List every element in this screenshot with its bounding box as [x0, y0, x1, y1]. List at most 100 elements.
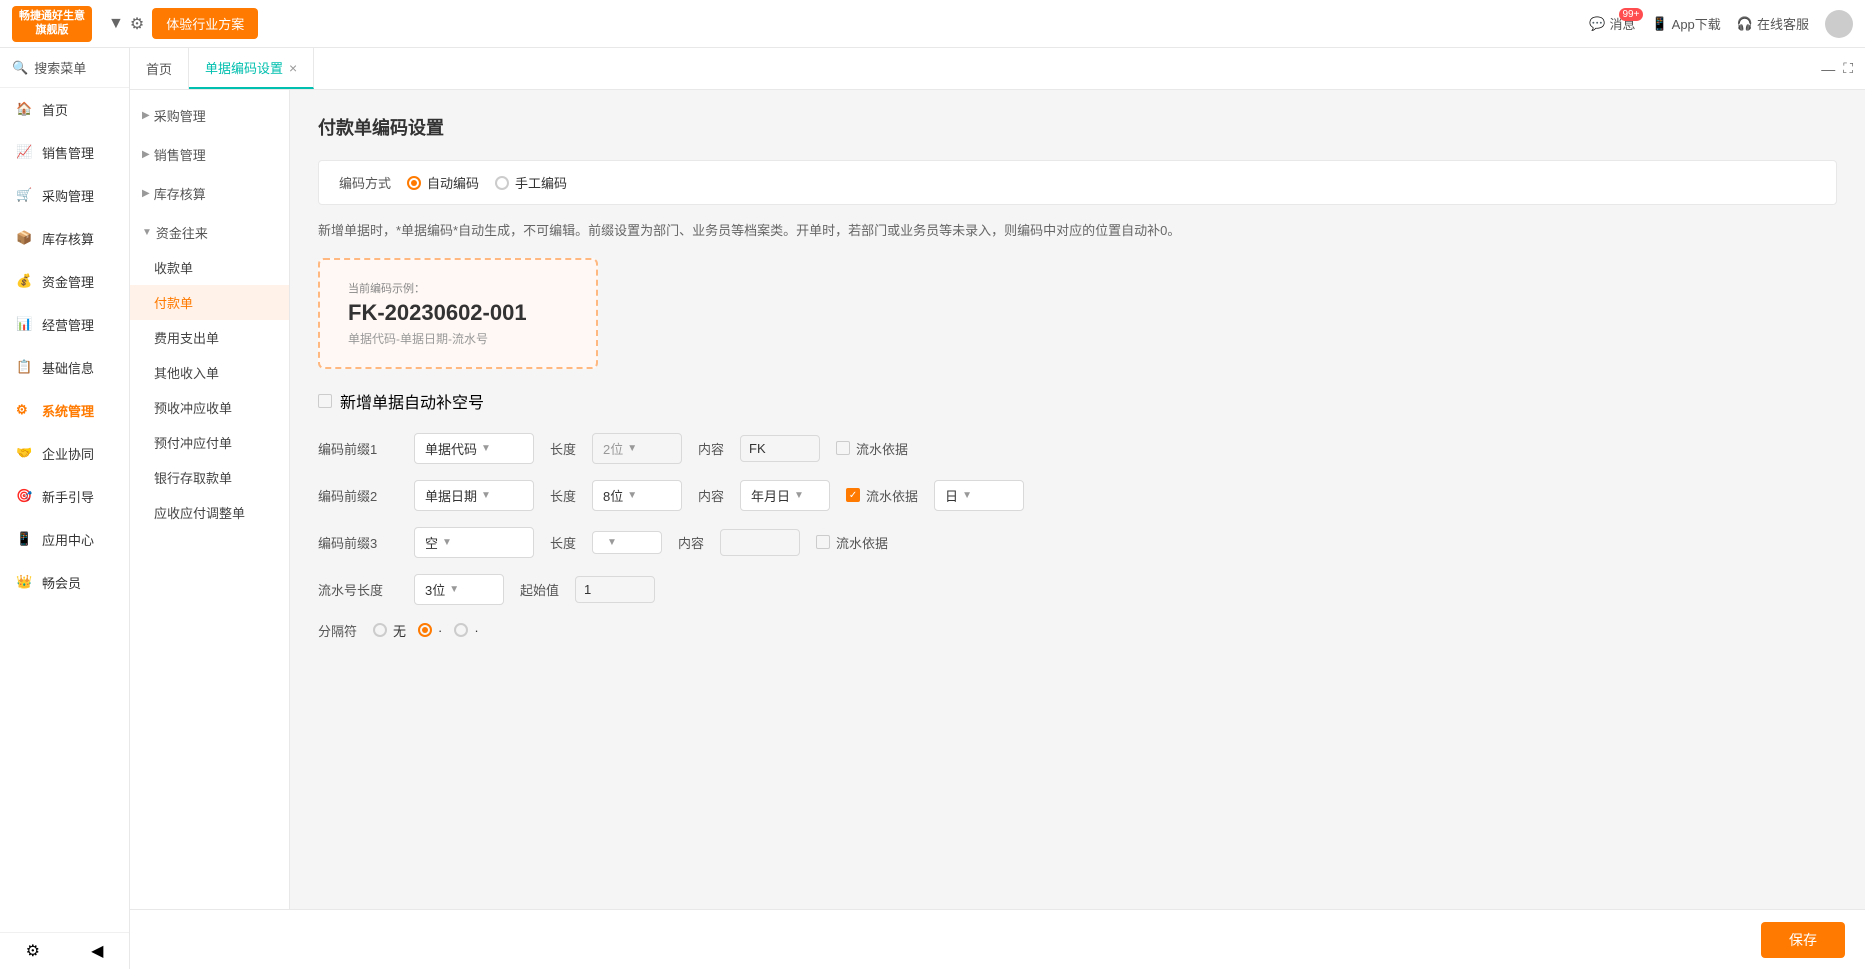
prefix2-select[interactable]: 单据日期 ▼	[414, 480, 534, 511]
sidebar-item-operation[interactable]: 📊 经营管理	[0, 303, 129, 346]
length1-label: 长度	[550, 439, 576, 458]
topbar-left: 畅捷通好生意 旗舰版 ▼ ⚙ 体验行业方案	[12, 6, 1589, 42]
serial-start-input[interactable]	[575, 576, 655, 603]
tab-maximize-icon[interactable]: ⛶	[1843, 60, 1853, 77]
prefix1-select[interactable]: 单据代码 ▼	[414, 433, 534, 464]
sidebar: 🔍 搜索菜单 🏠 首页 📈 销售管理 🛒 采购管理 📦 库存核算 💰 资金管理 …	[0, 48, 130, 969]
flow2-period-chevron: ▼	[962, 490, 972, 501]
save-button[interactable]: 保存	[1761, 922, 1845, 958]
content2-select[interactable]: 年月日 ▼	[740, 480, 830, 511]
submenu-item-receipt[interactable]: 收款单	[130, 250, 289, 285]
flow2-checkbox[interactable]: 流水依据	[846, 486, 918, 505]
expand-icon[interactable]: ▼	[108, 15, 124, 33]
topbar-gear-icon[interactable]: ⚙	[130, 14, 144, 34]
avatar[interactable]	[1825, 10, 1853, 38]
serial-start-label: 起始值	[520, 580, 559, 599]
submenu-item-expense[interactable]: 费用支出单	[130, 320, 289, 355]
submenu-group-finance: ▼ 资金往来 收款单 付款单 费用支出单 其他收入单 预收冲应收单 预付冲应付单…	[130, 215, 289, 530]
length1-select: 2位 ▼	[592, 433, 682, 464]
flow3-box	[816, 535, 830, 549]
auto-encoding-radio[interactable]: 自动编码	[407, 173, 479, 192]
length3-label: 长度	[550, 533, 576, 552]
sidebar-collapse-icon[interactable]: ◀	[91, 941, 103, 961]
tab-close-icon[interactable]: ×	[289, 60, 297, 76]
inner-layout: ▶ 采购管理 ▶ 销售管理 ▶ 库存核算	[130, 90, 1865, 909]
finance-icon: 💰	[16, 273, 34, 291]
length2-select[interactable]: 8位 ▼	[592, 480, 682, 511]
online-service-button[interactable]: 🎧 在线客服	[1737, 14, 1809, 33]
length3-select[interactable]: ▼	[592, 531, 662, 554]
submenu-item-prepay-ar[interactable]: 预收冲应收单	[130, 390, 289, 425]
page-title: 付款单编码设置	[318, 114, 1837, 140]
app-center-icon: 📱	[16, 531, 34, 549]
submenu-group-sales-title[interactable]: ▶ 销售管理	[130, 137, 289, 172]
submenu-group-purchase-title[interactable]: ▶ 采购管理	[130, 98, 289, 133]
prefix2-chevron: ▼	[481, 490, 491, 501]
sidebar-item-home[interactable]: 🏠 首页	[0, 88, 129, 131]
sidebar-item-system[interactable]: ⚙ 系统管理	[0, 389, 129, 432]
sep-dot2-dot	[454, 623, 468, 637]
sidebar-item-guide[interactable]: 🎯 新手引导	[0, 475, 129, 518]
topbar-search-area: ▼ ⚙	[108, 14, 144, 34]
manual-encoding-radio[interactable]: 手工编码	[495, 173, 567, 192]
submenu-item-payment[interactable]: 付款单	[130, 285, 289, 320]
tab-encoding-settings[interactable]: 单据编码设置 ×	[189, 48, 314, 89]
submenu-item-prepay-ap[interactable]: 预付冲应付单	[130, 425, 289, 460]
autofill-row: 新增单据自动补空号	[318, 389, 1837, 413]
submenu-item-other-income[interactable]: 其他收入单	[130, 355, 289, 390]
tab-home[interactable]: 首页	[130, 48, 189, 89]
sep-none-dot	[373, 623, 387, 637]
sidebar-item-app[interactable]: 📱 应用中心	[0, 518, 129, 561]
sidebar-item-purchase[interactable]: 🛒 采购管理	[0, 174, 129, 217]
sep-none-radio[interactable]: 无	[373, 621, 406, 640]
sidebar-item-member[interactable]: 👑 畅会员	[0, 561, 129, 604]
flow2-box	[846, 488, 860, 502]
content3-input[interactable]	[720, 529, 800, 556]
sidebar-item-sales[interactable]: 📈 销售管理	[0, 131, 129, 174]
sidebar-search[interactable]: 🔍 搜索菜单	[0, 48, 129, 88]
submenu-item-bank[interactable]: 银行存取款单	[130, 460, 289, 495]
sidebar-item-partner[interactable]: 🤝 企业协同	[0, 432, 129, 475]
submenu-item-ar-ap-adj[interactable]: 应收应付调整单	[130, 495, 289, 530]
serial-length-select[interactable]: 3位 ▼	[414, 574, 504, 605]
length2-chevron: ▼	[627, 490, 637, 501]
app-download-button[interactable]: 📱 App下载	[1651, 14, 1720, 33]
serial-length-label: 流水号长度	[318, 580, 398, 599]
main-layout: 🔍 搜索菜单 🏠 首页 📈 销售管理 🛒 采购管理 📦 库存核算 💰 资金管理 …	[0, 48, 1865, 969]
content1-input[interactable]	[740, 435, 820, 462]
sep-dot1-radio[interactable]: ·	[418, 623, 442, 638]
sidebar-item-inventory[interactable]: 📦 库存核算	[0, 217, 129, 260]
sidebar-item-finance[interactable]: 💰 资金管理	[0, 260, 129, 303]
submenu-group-inventory-title[interactable]: ▶ 库存核算	[130, 176, 289, 211]
basic-icon: 📋	[16, 359, 34, 377]
flow3-checkbox[interactable]: 流水依据	[816, 533, 888, 552]
submenu-group-finance-title[interactable]: ▼ 资金往来	[130, 215, 289, 250]
separator-options: 无 · ·	[373, 621, 479, 640]
serial-row: 流水号长度 3位 ▼ 起始值	[318, 574, 1837, 605]
sidebar-item-basic[interactable]: 📋 基础信息	[0, 346, 129, 389]
separator-label: 分隔符	[318, 621, 357, 640]
flow1-checkbox[interactable]: 流水依据	[836, 439, 908, 458]
length2-label: 长度	[550, 486, 576, 505]
content1-label: 内容	[698, 439, 724, 458]
flow2-period-select[interactable]: 日 ▼	[934, 480, 1024, 511]
content2-chevron: ▼	[794, 490, 804, 501]
topbar: 畅捷通好生意 旗舰版 ▼ ⚙ 体验行业方案 💬 消息 99+ 📱 App下载 🎧…	[0, 0, 1865, 48]
submenu-group-sales: ▶ 销售管理	[130, 137, 289, 172]
autofill-checkbox[interactable]	[318, 394, 332, 408]
sep-dot2-radio[interactable]: ·	[454, 623, 478, 638]
trial-button[interactable]: 体验行业方案	[152, 8, 258, 39]
serial-length-chevron: ▼	[449, 584, 459, 595]
sep-dot1-dot	[418, 623, 432, 637]
sidebar-settings-icon[interactable]: ⚙	[26, 941, 40, 961]
message-button[interactable]: 💬 消息 99+	[1589, 14, 1635, 33]
length1-chevron: ▼	[627, 443, 637, 454]
prefix3-select[interactable]: 空 ▼	[414, 527, 534, 558]
purchase-icon: 🛒	[16, 187, 34, 205]
preview-current-label: 当前编码示例：	[348, 280, 568, 296]
logo: 畅捷通好生意 旗舰版	[12, 6, 92, 42]
prefix3-chevron: ▼	[442, 537, 452, 548]
tab-bar: 首页 单据编码设置 × — ⛶	[130, 48, 1865, 90]
tab-minimize-icon[interactable]: —	[1821, 61, 1835, 77]
separator-row: 分隔符 无 · ·	[318, 621, 1837, 640]
